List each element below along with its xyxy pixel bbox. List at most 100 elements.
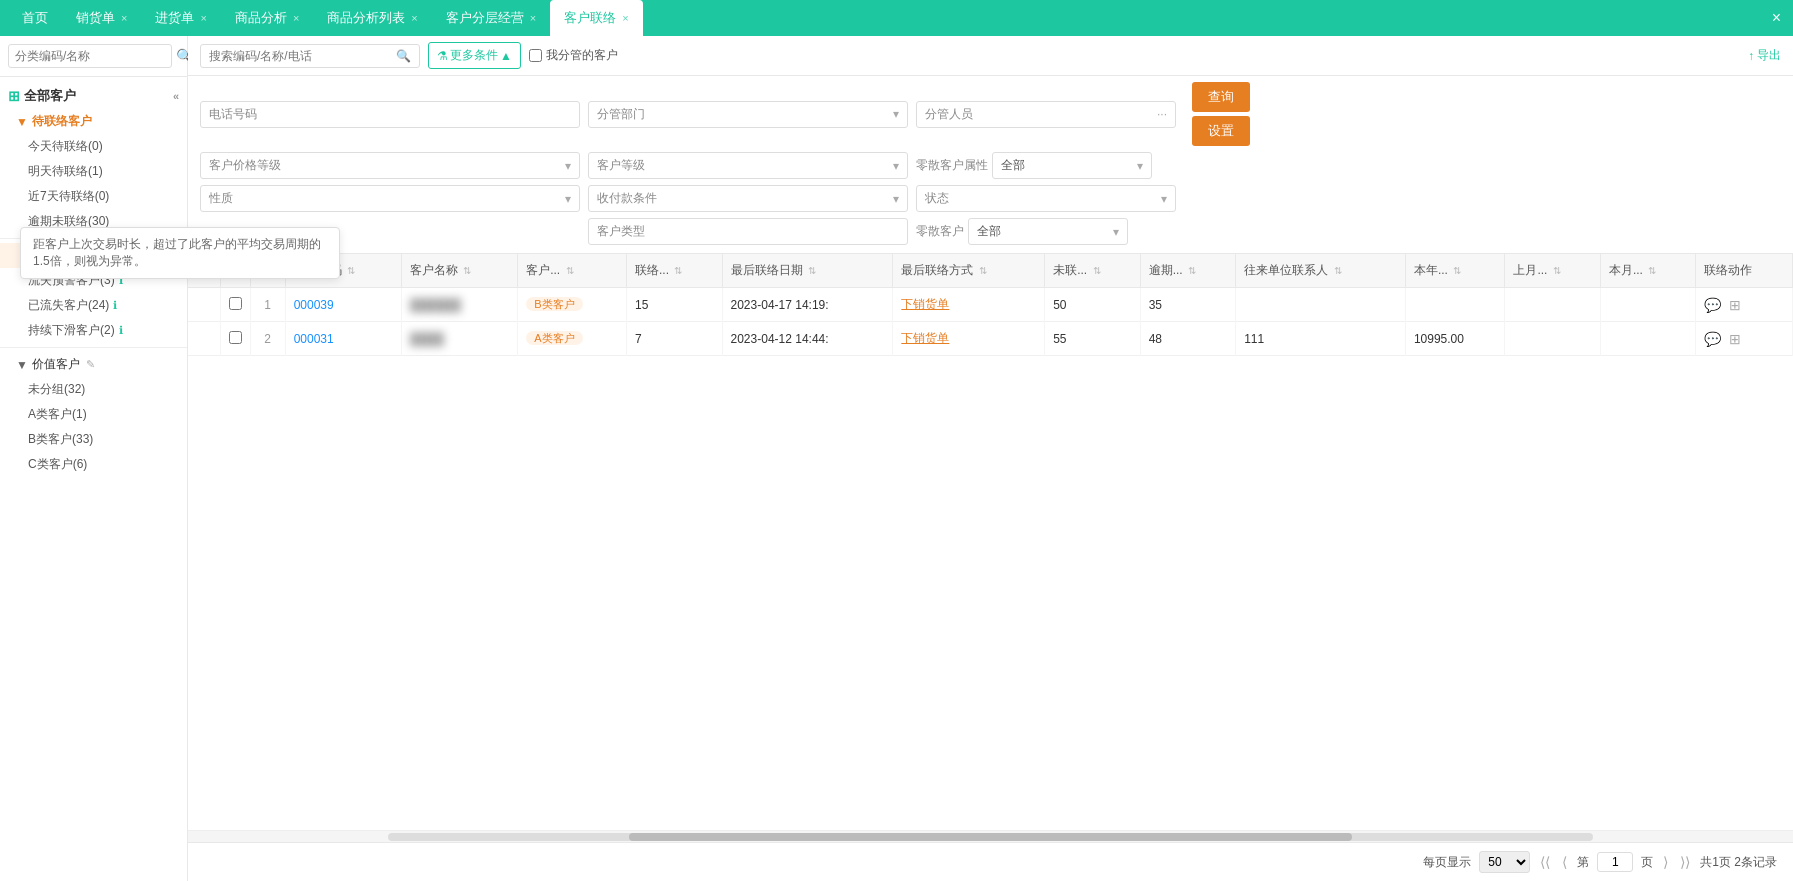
sidebar-section-pending[interactable]: ▼ 待联络客户	[0, 109, 187, 134]
sidebar-item-7day-contact[interactable]: 近7天待联络(0)	[0, 184, 187, 209]
sort-code-icon[interactable]: ⇅	[347, 265, 355, 276]
search-input[interactable]	[209, 49, 396, 63]
export-button[interactable]: ↑ 导出	[1748, 47, 1781, 64]
person-field[interactable]: 分管人员 ···	[916, 101, 1176, 128]
nav-item-purchase[interactable]: 进货单 ×	[141, 0, 220, 36]
sidebar-item-tomorrow-contact[interactable]: 明天待联络(1)	[0, 159, 187, 184]
settings-button[interactable]: 设置	[1192, 116, 1250, 146]
sidebar-item-declining[interactable]: 持续下滑客户(2) ℹ	[0, 318, 187, 343]
sort-month-icon[interactable]: ⇅	[1648, 265, 1656, 276]
sort-category-icon[interactable]: ⇅	[566, 265, 574, 276]
th-last-contact-date[interactable]: 最后联络日期 ⇅	[722, 254, 893, 288]
sidebar-item-a-class[interactable]: A类客户(1)	[0, 402, 187, 427]
more-action-icon-2[interactable]: ⊞	[1729, 331, 1741, 347]
page-nav-next[interactable]: ⟩	[1661, 854, 1670, 870]
horizontal-scrollbar[interactable]	[188, 830, 1793, 842]
more-action-icon-1[interactable]: ⊞	[1729, 297, 1741, 313]
search-submit-icon[interactable]: 🔍	[396, 49, 411, 63]
sort-lmonth-icon[interactable]: ⇅	[1553, 265, 1561, 276]
nav-close-product-analysis[interactable]: ×	[293, 12, 299, 24]
th-overdue[interactable]: 逾期... ⇅	[1140, 254, 1236, 288]
my-customer-checkbox-label[interactable]: 我分管的客户	[529, 47, 618, 64]
method-link-2[interactable]: 下销货单	[901, 331, 949, 345]
current-page-input[interactable]	[1597, 852, 1633, 872]
contact-icon-1[interactable]: 💬	[1704, 297, 1721, 313]
dept-field[interactable]: 分管部门 ▾	[588, 101, 908, 128]
window-close-button[interactable]: ×	[1772, 9, 1781, 27]
per-page-select[interactable]: 50 20 100 200	[1479, 851, 1530, 873]
sidebar-item-c-class[interactable]: C类客户(6)	[0, 452, 187, 477]
payment-field[interactable]: 收付款条件 ▾	[588, 185, 908, 212]
th-uncontacted[interactable]: 未联... ⇅	[1045, 254, 1141, 288]
th-name[interactable]: 客户名称 ⇅	[401, 254, 517, 288]
sidebar-section-value[interactable]: ▼ 价值客户 ✎	[0, 352, 187, 377]
customer-grade-field[interactable]: 客户等级 ▾	[588, 152, 908, 179]
sort-date-icon[interactable]: ⇅	[808, 265, 816, 276]
scatter-attr-select[interactable]: 全部 ▾	[992, 152, 1152, 179]
page-nav-first[interactable]: ⟨⟨	[1538, 854, 1552, 870]
scroll-track[interactable]	[388, 833, 1593, 841]
sort-overdue-icon[interactable]: ⇅	[1188, 265, 1196, 276]
th-category[interactable]: 客户... ⇅	[518, 254, 627, 288]
status-field[interactable]: 状态 ▾	[916, 185, 1176, 212]
scatter-customer-select[interactable]: 全部 ▾	[968, 218, 1128, 245]
my-customer-checkbox[interactable]	[529, 49, 542, 62]
th-last-month[interactable]: 上月... ⇅	[1505, 254, 1601, 288]
price-grade-field[interactable]: 客户价格等级 ▾	[200, 152, 580, 179]
sidebar-collapse-icon[interactable]: «	[173, 90, 179, 102]
th-this-year[interactable]: 本年... ⇅	[1405, 254, 1505, 288]
sort-contact-icon[interactable]: ⇅	[674, 265, 682, 276]
sort-uncontacted-icon[interactable]: ⇅	[1093, 265, 1101, 276]
th-this-month[interactable]: 本月... ⇅	[1600, 254, 1696, 288]
gender-field[interactable]: 性质 ▾	[200, 185, 580, 212]
phone-field[interactable]: 电话号码	[200, 101, 580, 128]
td-check-2[interactable]	[220, 322, 250, 356]
sort-unit-icon[interactable]: ⇅	[1334, 265, 1342, 276]
nav-close-purchase[interactable]: ×	[200, 12, 206, 24]
nav-item-customer-segment[interactable]: 客户分层经营 ×	[432, 0, 550, 36]
th-contact[interactable]: 联络... ⇅	[627, 254, 723, 288]
row2-checkbox[interactable]	[229, 331, 242, 344]
td-name-1[interactable]: ██████	[401, 288, 517, 322]
nav-close-customer-segment[interactable]: ×	[530, 12, 536, 24]
sort-year-icon[interactable]: ⇅	[1453, 265, 1461, 276]
more-conditions-button[interactable]: ⚗ 更多条件 ▲	[428, 42, 521, 69]
sidebar-root-all-customers[interactable]: ⊞ 全部客户 «	[0, 83, 187, 109]
customer-type-field[interactable]: 客户类型	[588, 218, 908, 245]
td-check-1[interactable]	[220, 288, 250, 322]
td-code-2[interactable]: 000031	[285, 322, 401, 356]
nav-label-product-analysis: 商品分析	[235, 9, 287, 27]
nav-item-product-analysis[interactable]: 商品分析 ×	[221, 0, 313, 36]
sidebar-item-today-contact[interactable]: 今天待联络(0)	[0, 134, 187, 159]
query-button[interactable]: 查询	[1192, 82, 1250, 112]
sort-name-icon[interactable]: ⇅	[463, 265, 471, 276]
nav-item-sales[interactable]: 销货单 ×	[62, 0, 141, 36]
th-unit-contact[interactable]: 往来单位联系人 ⇅	[1236, 254, 1406, 288]
td-settings-2	[188, 322, 220, 356]
td-method-2[interactable]: 下销货单	[893, 322, 1045, 356]
page-nav-prev[interactable]: ⟨	[1560, 854, 1569, 870]
nav-item-home[interactable]: 首页	[8, 0, 62, 36]
sidebar-item-churned[interactable]: 已流失客户(24) ℹ	[0, 293, 187, 318]
scroll-thumb[interactable]	[629, 833, 1352, 841]
sidebar-item-ungrouped[interactable]: 未分组(32)	[0, 377, 187, 402]
sidebar-search-input[interactable]	[8, 44, 172, 68]
nav-close-customer-contact[interactable]: ×	[622, 12, 628, 24]
td-method-1[interactable]: 下销货单	[893, 288, 1045, 322]
page-nav-last[interactable]: ⟩⟩	[1678, 854, 1692, 870]
td-name-2[interactable]: ████	[401, 322, 517, 356]
nav-item-product-list[interactable]: 商品分析列表 ×	[313, 0, 431, 36]
td-code-1[interactable]: 000039	[285, 288, 401, 322]
method-link-1[interactable]: 下销货单	[901, 297, 949, 311]
th-last-contact-method[interactable]: 最后联络方式 ⇅	[893, 254, 1045, 288]
person-dots-icon[interactable]: ···	[1157, 107, 1167, 121]
contact-icon-2[interactable]: 💬	[1704, 331, 1721, 347]
nav-close-product-list[interactable]: ×	[411, 12, 417, 24]
nav-item-customer-contact[interactable]: 客户联络 ×	[550, 0, 642, 36]
category-tag-2: A类客户	[526, 331, 582, 345]
row1-checkbox[interactable]	[229, 297, 242, 310]
nav-close-sales[interactable]: ×	[121, 12, 127, 24]
sort-method-icon[interactable]: ⇅	[979, 265, 987, 276]
edit-icon[interactable]: ✎	[86, 358, 95, 371]
sidebar-item-b-class[interactable]: B类客户(33)	[0, 427, 187, 452]
